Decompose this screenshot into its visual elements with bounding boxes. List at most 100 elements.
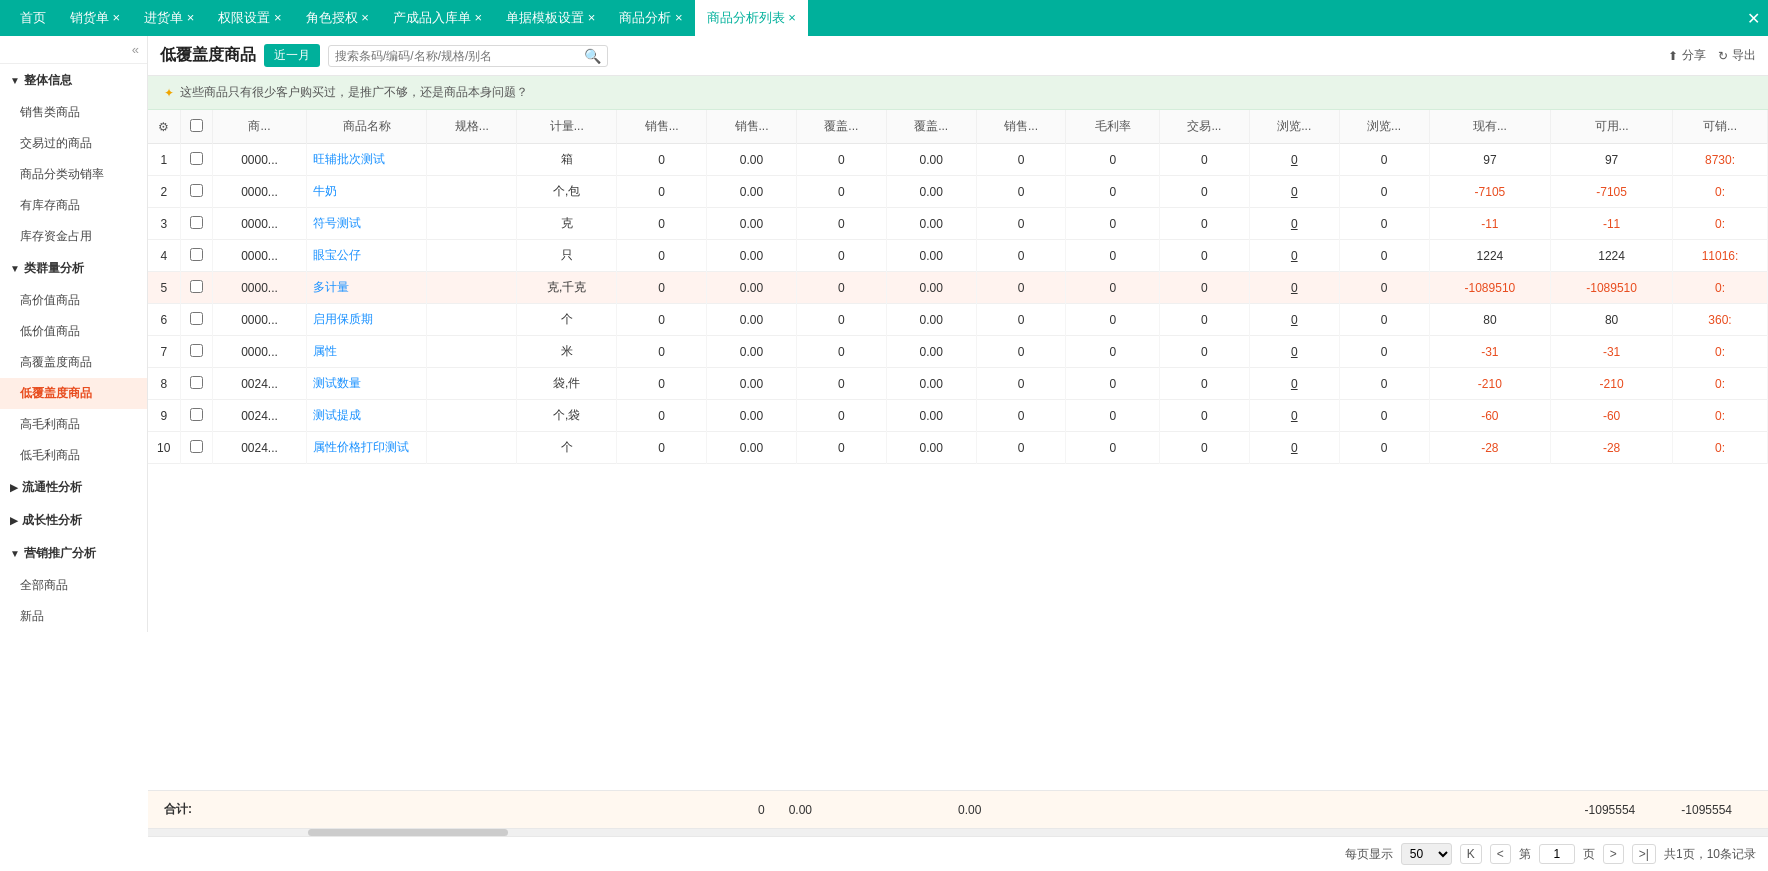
sidebar-section-cluster[interactable]: ▼ 类群量分析 [0,252,147,285]
search-input[interactable] [335,49,584,63]
row-name[interactable]: 旺辅批次测试 [307,144,427,176]
th-sales3: 销售... [976,110,1066,144]
sidebar-item-category-rate[interactable]: 商品分类动销率 [0,159,147,190]
row-browse1[interactable]: 0 [1249,208,1339,240]
sidebar-item-stock-capital[interactable]: 库存资金占用 [0,221,147,252]
row-browse1[interactable]: 0 [1249,176,1339,208]
row-checkbox-cell[interactable] [180,208,212,240]
nav-item-analysis-list[interactable]: 商品分析列表 × [695,0,808,36]
row-browse1[interactable]: 0 [1249,368,1339,400]
row-checkbox-cell[interactable] [180,176,212,208]
row-checkbox[interactable] [190,216,203,229]
nav-item-sales[interactable]: 销货单 × [58,0,132,36]
sidebar-section-flow[interactable]: ▶ 流通性分析 [0,471,147,504]
row-checkbox[interactable] [190,376,203,389]
row-browse1[interactable]: 0 [1249,144,1339,176]
first-page-btn[interactable]: K [1460,844,1482,864]
current-page-input[interactable] [1539,844,1575,864]
per-page-select[interactable]: 50 20 100 [1401,843,1452,865]
sidebar-item-low-profit[interactable]: 低毛利商品 [0,440,147,471]
row-checkbox-cell[interactable] [180,336,212,368]
row-stock2: 97 [1551,144,1673,176]
row-sales3: 0 [976,240,1066,272]
row-browse2: 0 [1339,336,1429,368]
row-name[interactable]: 符号测试 [307,208,427,240]
sidebar-collapse-btn[interactable]: « [132,42,139,57]
th-sales2: 销售... [707,110,797,144]
prev-page-btn[interactable]: < [1490,844,1511,864]
nav-item-analysis[interactable]: 商品分析 × [607,0,694,36]
row-checkbox-cell[interactable] [180,272,212,304]
sidebar-section-marketing[interactable]: ▼ 营销推广分析 [0,537,147,570]
row-browse1[interactable]: 0 [1249,432,1339,464]
row-checkbox-cell[interactable] [180,368,212,400]
export-button[interactable]: ↻ 导出 [1718,47,1756,64]
sidebar-item-high-coverage[interactable]: 高覆盖度商品 [0,347,147,378]
row-browse1[interactable]: 0 [1249,304,1339,336]
row-checkbox[interactable] [190,344,203,357]
last-page-btn[interactable]: >| [1632,844,1656,864]
sidebar-item-traded-products[interactable]: 交易过的商品 [0,128,147,159]
window-close-icon[interactable]: ✕ [1747,9,1760,28]
next-page-btn[interactable]: > [1603,844,1624,864]
row-name[interactable]: 眼宝公仔 [307,240,427,272]
sidebar-item-low-value[interactable]: 低价值商品 [0,316,147,347]
row-name[interactable]: 属性价格打印测试 [307,432,427,464]
settings-icon[interactable]: ⚙ [158,120,169,134]
row-checkbox[interactable] [190,248,203,261]
row-stock3: 0: [1672,176,1767,208]
row-name[interactable]: 启用保质期 [307,304,427,336]
row-browse1[interactable]: 0 [1249,272,1339,304]
sidebar-item-sales-products[interactable]: 销售类商品 [0,97,147,128]
row-name[interactable]: 属性 [307,336,427,368]
nav-item-purchase[interactable]: 进货单 × [132,0,206,36]
nav-item-home[interactable]: 首页 [8,0,58,36]
table-container[interactable]: ⚙ 商... 商品名称 规格... 计量... 销售... 销售... 覆盖..… [148,110,1768,790]
select-all-checkbox[interactable] [190,119,203,132]
sidebar-item-high-value[interactable]: 高价值商品 [0,285,147,316]
share-button[interactable]: ⬆ 分享 [1668,47,1706,64]
row-checkbox[interactable] [190,280,203,293]
sidebar-item-new-products[interactable]: 新品 [0,601,147,632]
row-checkbox-cell[interactable] [180,432,212,464]
sidebar-item-high-profit[interactable]: 高毛利商品 [0,409,147,440]
row-name[interactable]: 测试提成 [307,400,427,432]
th-settings[interactable]: ⚙ [148,110,180,144]
sidebar-section-overall[interactable]: ▼ 整体信息 [0,64,147,97]
row-checkbox[interactable] [190,440,203,453]
row-code: 0024... [212,368,307,400]
row-browse1[interactable]: 0 [1249,400,1339,432]
row-checkbox-cell[interactable] [180,240,212,272]
row-num: 7 [148,336,180,368]
row-checkbox-cell[interactable] [180,400,212,432]
row-checkbox[interactable] [190,152,203,165]
nav-item-roles[interactable]: 角色授权 × [294,0,381,36]
row-browse1[interactable]: 0 [1249,336,1339,368]
search-icon[interactable]: 🔍 [584,48,601,64]
row-browse1[interactable]: 0 [1249,240,1339,272]
sidebar-item-all-products[interactable]: 全部商品 [0,570,147,601]
row-checkbox[interactable] [190,408,203,421]
row-checkbox-cell[interactable] [180,304,212,336]
nav-item-production[interactable]: 产成品入库单 × [381,0,494,36]
nav-item-permissions[interactable]: 权限设置 × [206,0,293,36]
nav-item-template[interactable]: 单据模板设置 × [494,0,607,36]
sidebar-section-growth[interactable]: ▶ 成长性分析 [0,504,147,537]
row-cover2: 0.00 [886,144,976,176]
row-checkbox[interactable] [190,312,203,325]
row-num: 4 [148,240,180,272]
row-sales1: 0 [617,304,707,336]
scroll-thumb[interactable] [308,829,508,836]
period-button[interactable]: 近一月 [264,44,320,67]
row-spec [427,368,517,400]
sidebar-item-low-coverage[interactable]: 低覆盖度商品 [0,378,147,409]
row-name[interactable]: 牛奶 [307,176,427,208]
row-checkbox-cell[interactable] [180,144,212,176]
row-name[interactable]: 多计量 [307,272,427,304]
sidebar-item-stock-products[interactable]: 有库存商品 [0,190,147,221]
scroll-bar[interactable] [148,828,1768,836]
row-checkbox[interactable] [190,184,203,197]
th-checkbox[interactable] [180,110,212,144]
table-row: 4 0000... 眼宝公仔 只 0 0.00 0 0.00 0 0 0 0 0… [148,240,1768,272]
row-name[interactable]: 测试数量 [307,368,427,400]
